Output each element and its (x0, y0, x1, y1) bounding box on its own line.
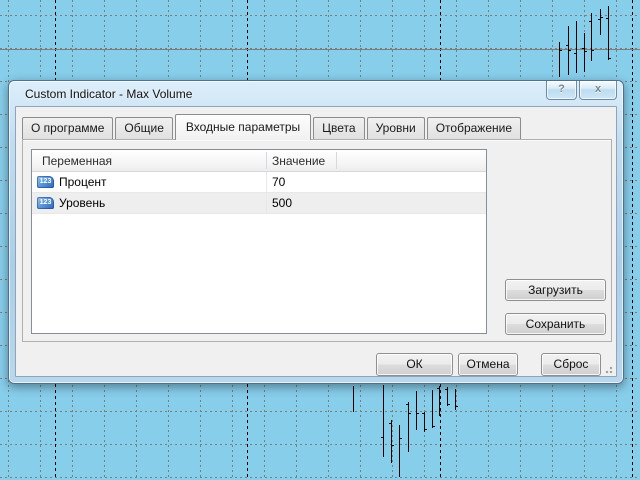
close-tick (455, 406, 458, 407)
help-button[interactable]: ? (546, 81, 577, 100)
ohlc-bar (559, 42, 562, 77)
close-tick (424, 429, 427, 430)
close-tick (568, 50, 571, 51)
parameter-value[interactable]: 500 (272, 196, 292, 210)
application-window: Custom Indicator - Max Volume ? x О прог… (0, 0, 640, 480)
open-tick (606, 18, 609, 19)
grid-line-horizontal (0, 477, 640, 478)
period-separator-line (632, 0, 633, 480)
numeric-123-icon: 123 (37, 176, 54, 188)
parameter-row[interactable]: 123 Уровень 500 (32, 193, 486, 214)
grid-line-horizontal (0, 411, 640, 412)
tab-inputs[interactable]: Входные параметры (174, 114, 312, 140)
open-tick (422, 413, 425, 414)
tab-levels[interactable]: Уровни (366, 117, 425, 139)
close-tick (559, 50, 562, 51)
close-tick (391, 445, 394, 446)
ohlc-bar (432, 390, 435, 428)
open-tick (437, 388, 440, 389)
column-header-variable[interactable]: Переменная (42, 154, 112, 168)
save-button[interactable]: Сохранить (505, 313, 606, 335)
open-tick (389, 423, 392, 424)
close-tick (608, 58, 611, 59)
tab-about[interactable]: О программе (22, 117, 114, 139)
tab-display[interactable]: Отображение (426, 117, 522, 139)
ohlc-bar (445, 387, 450, 406)
ohlc-bar (389, 420, 394, 463)
parameter-name: Уровень (59, 196, 106, 210)
parameters-list-header[interactable]: Переменная Значение (32, 150, 486, 172)
ohlc-bar (598, 9, 603, 35)
tab-bar: О программе Общие Входные параметры Цвета Ур… (22, 114, 522, 140)
close-tick (600, 17, 603, 18)
ohlc-bar (381, 385, 384, 457)
dialog-titlebar[interactable]: Custom Indicator - Max Volume ? x (9, 81, 623, 107)
ohlc-bar (455, 389, 458, 410)
open-tick (598, 19, 601, 20)
ok-button[interactable]: ОК (376, 353, 453, 376)
inputs-tab-page: Переменная Значение 123 Процент 70 123 Урове… (22, 139, 612, 342)
parameter-value[interactable]: 70 (272, 175, 285, 189)
parameters-list[interactable]: Переменная Значение 123 Процент 70 123 Урове… (31, 149, 487, 334)
close-tick (416, 413, 419, 414)
grid-line-horizontal (0, 15, 640, 16)
open-tick (406, 404, 409, 405)
indicator-dialog: Custom Indicator - Max Volume ? x О прог… (8, 80, 624, 384)
close-tick (399, 438, 402, 439)
ohlc-bar (422, 412, 427, 432)
close-tick (591, 50, 594, 51)
reset-button[interactable]: Сброс (541, 353, 601, 376)
numeric-123-icon: 123 (37, 197, 54, 209)
column-divider[interactable] (266, 152, 267, 169)
load-button[interactable]: Загрузить (505, 279, 606, 301)
open-tick (445, 389, 448, 390)
row-column-divider (266, 172, 267, 192)
open-tick (574, 53, 577, 54)
grid-line-horizontal (0, 444, 640, 445)
ohlc-bar (589, 13, 594, 61)
ohlc-bar (353, 386, 354, 412)
ohlc-bar (582, 33, 587, 72)
ohlc-bar (406, 402, 411, 452)
ohlc-bar (437, 386, 440, 416)
tab-common[interactable]: Общие (115, 117, 173, 139)
open-tick (582, 48, 585, 49)
price-level-line (0, 49, 640, 50)
close-tick (408, 413, 411, 414)
ohlc-bar (416, 391, 419, 430)
ohlc-bar (606, 6, 611, 60)
close-tick (432, 426, 435, 427)
open-tick (566, 45, 569, 46)
ohlc-bar (399, 425, 402, 477)
row-column-divider (266, 193, 267, 213)
parameter-row[interactable]: 123 Процент 70 (32, 172, 486, 193)
close-tick (584, 51, 587, 52)
parameters-rows: 123 Процент 70 123 Уровень 500 (32, 172, 486, 214)
ohlc-bar (566, 26, 571, 75)
dialog-client-area: О программе Общие Входные параметры Цвета Ур… (15, 106, 617, 377)
ohlc-bar (574, 21, 577, 73)
cancel-button[interactable]: Отмена (458, 353, 518, 376)
resize-grip[interactable] (603, 364, 613, 374)
column-divider[interactable] (336, 152, 337, 169)
column-header-value[interactable]: Значение (272, 154, 325, 168)
open-tick (589, 21, 592, 22)
open-tick (381, 437, 384, 438)
dialog-title: Custom Indicator - Max Volume (25, 87, 193, 101)
close-tick (447, 404, 450, 405)
close-button[interactable]: x (579, 81, 617, 100)
tab-colors[interactable]: Цвета (313, 117, 365, 139)
parameter-name: Процент (59, 175, 107, 189)
